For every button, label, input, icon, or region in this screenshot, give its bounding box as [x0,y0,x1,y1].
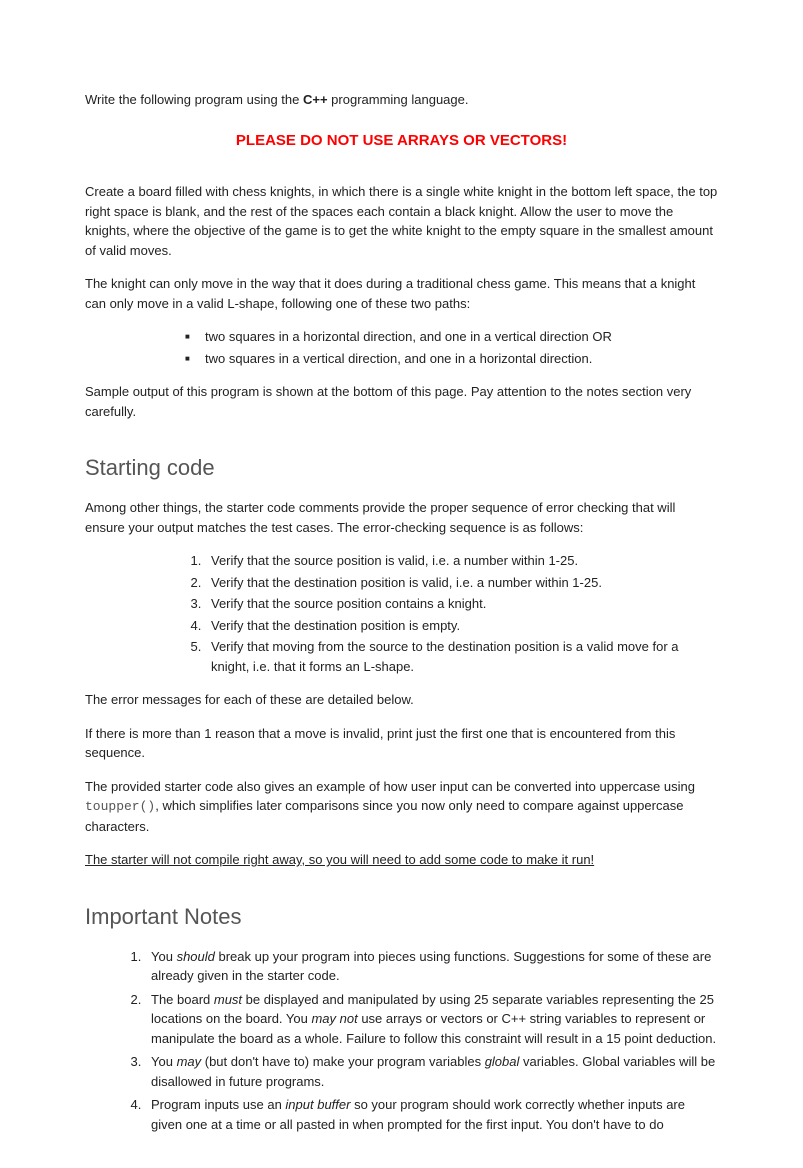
note-text: break up your program into pieces using … [151,949,711,984]
intro-pre: Write the following program using the [85,92,303,107]
note-emph: global [485,1054,520,1069]
note-emph: must [214,992,242,1007]
list-item: Verify that the source position is valid… [205,551,718,571]
list-item: two squares in a vertical direction, and… [185,349,718,369]
note-emph: should [177,949,215,964]
heading-starting-code: Starting code [85,451,718,484]
list-item: Verify that moving from the source to th… [205,637,718,676]
paragraph-starter-intro: Among other things, the starter code com… [85,498,718,537]
intro-post: programming language. [328,92,469,107]
toupper-code: toupper() [85,799,155,814]
list-item: two squares in a horizontal direction, a… [185,327,718,347]
list-item: Verify that the destination position is … [205,616,718,636]
paragraph-compile-warning: The starter will not compile right away,… [85,850,718,870]
note-text: The board [151,992,214,1007]
paragraph-knight-move: The knight can only move in the way that… [85,274,718,313]
list-item: Verify that the source position contains… [205,594,718,614]
toupper-pre: The provided starter code also gives an … [85,779,695,794]
paragraph-board-description: Create a board filled with chess knights… [85,182,718,260]
paragraph-toupper: The provided starter code also gives an … [85,777,718,837]
toupper-post: , which simplifies later comparisons sin… [85,798,683,834]
list-item: Verify that the destination position is … [205,573,718,593]
heading-important-notes: Important Notes [85,900,718,933]
list-item: You should break up your program into pi… [145,947,718,986]
paragraph-sample-output: Sample output of this program is shown a… [85,382,718,421]
note-text: You [151,1054,177,1069]
important-notes-list: You should break up your program into pi… [85,947,718,1135]
move-paths-list: two squares in a horizontal direction, a… [85,327,718,368]
warning-banner: PLEASE DO NOT USE ARRAYS OR VECTORS! [85,130,718,153]
note-text: You [151,949,177,964]
note-emph: may not [311,1011,357,1026]
paragraph-error-messages: The error messages for each of these are… [85,690,718,710]
error-check-list: Verify that the source position is valid… [85,551,718,676]
note-text: Program inputs use an [151,1097,285,1112]
note-emph: input buffer [285,1097,350,1112]
intro-bold: C++ [303,92,328,107]
paragraph-first-error: If there is more than 1 reason that a mo… [85,724,718,763]
list-item: The board must be displayed and manipula… [145,990,718,1049]
note-text: (but don't have to) make your program va… [201,1054,485,1069]
list-item: Program inputs use an input buffer so yo… [145,1095,718,1134]
document-page: Write the following program using the C+… [0,0,803,1168]
list-item: You may (but don't have to) make your pr… [145,1052,718,1091]
intro-paragraph: Write the following program using the C+… [85,90,718,110]
note-emph: may [177,1054,202,1069]
